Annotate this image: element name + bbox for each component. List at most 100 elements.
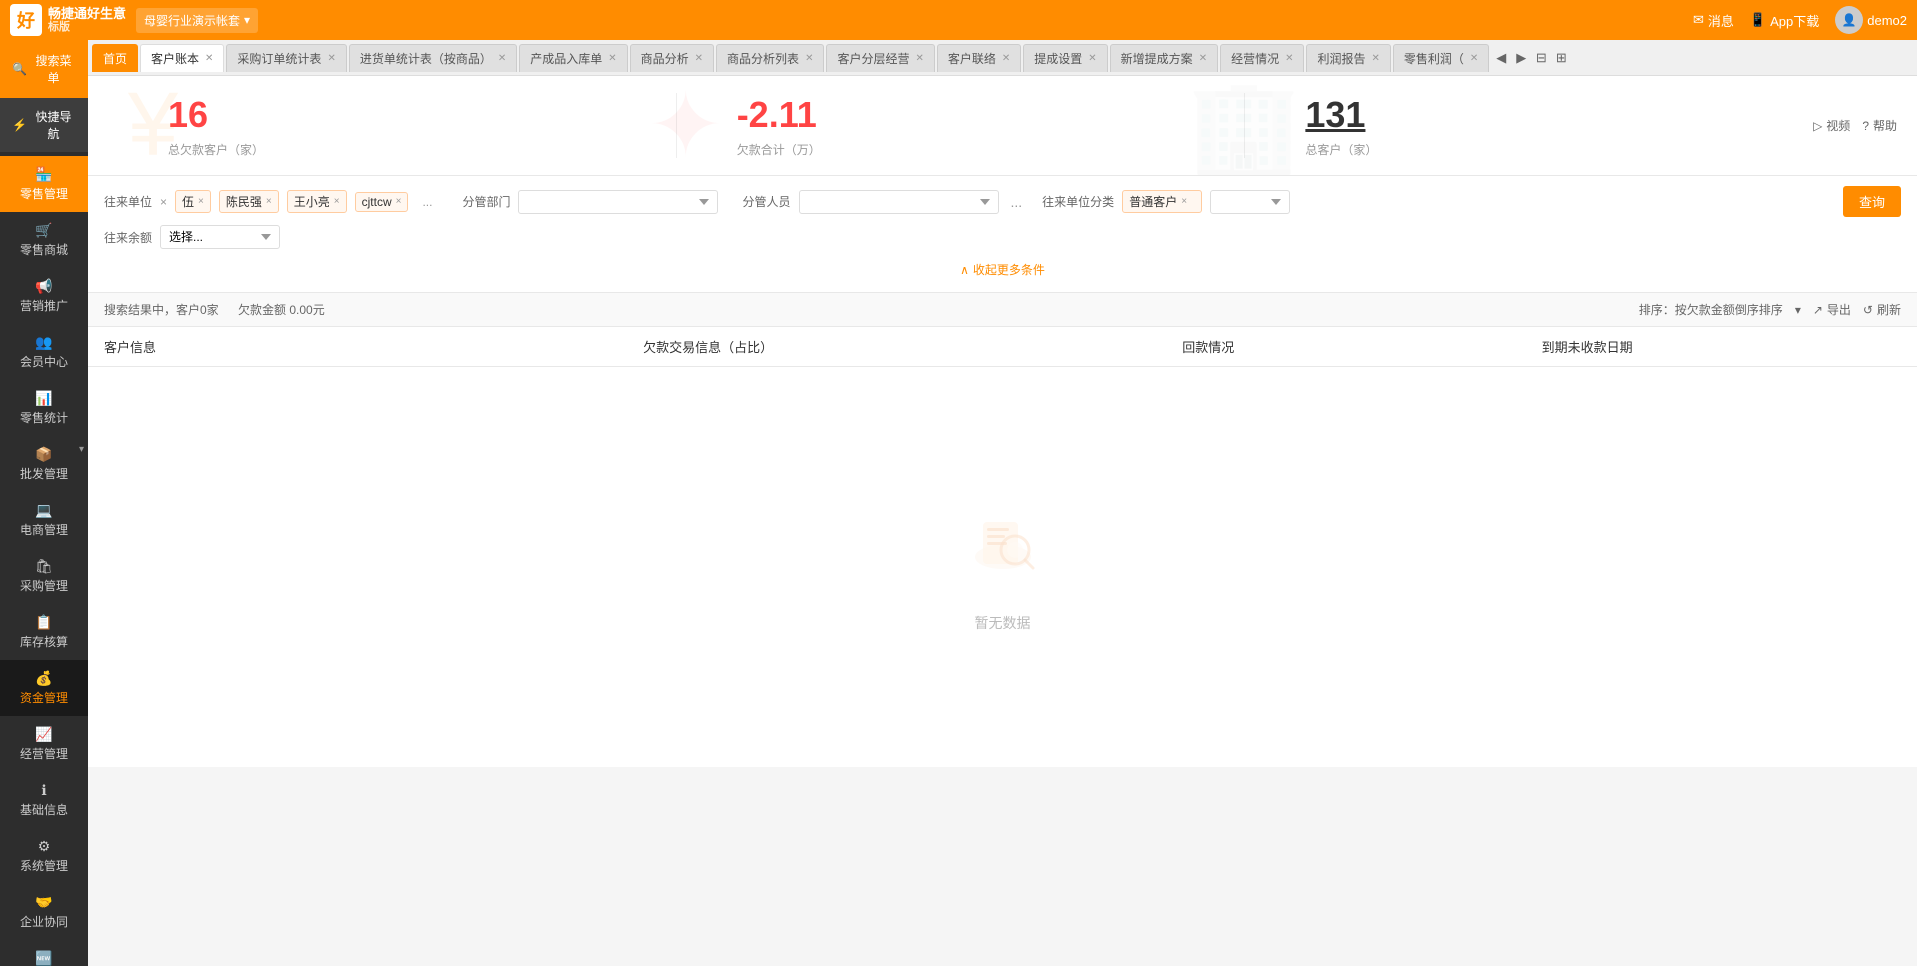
tab-close-goods-analysis-list[interactable]: ✕ [805,53,813,64]
tab-new-proposal[interactable]: 新增提成方案 ✕ [1110,44,1218,72]
account-selector[interactable]: 母婴行业演示帐套 ▾ [136,8,258,33]
tab-close-profit-report[interactable]: ✕ [1372,53,1380,64]
tab-customer-tier[interactable]: 客户分层经营 ✕ [826,44,934,72]
tab-close-operation-status[interactable]: ✕ [1285,53,1293,64]
balance-select[interactable]: 选择... [160,225,280,249]
sidebar-item-retail-manage[interactable]: 🏪 零售管理 [0,156,88,212]
collapse-btn[interactable]: ∧ 收起更多条件 [952,257,1053,282]
tab-close-inbound-stats[interactable]: ✕ [498,53,506,64]
stat-label-customers: 总欠款客户（家） [168,141,676,158]
ecommerce-icon: 💻 [35,502,52,519]
tab-customer-contact[interactable]: 客户联络 ✕ [937,44,1021,72]
sidebar-item-member[interactable]: 👥 会员中心 [0,324,88,380]
sidebar-item-purchase[interactable]: 🛍 采购管理 [0,548,88,604]
sidebar-item-marketing[interactable]: 📢 营销推广 [0,268,88,324]
person-select[interactable] [799,190,999,214]
sidebar-item-wholesale[interactable]: 📦 批发管理 ▾ [0,436,88,492]
dept-filter-label: 分管部门 [462,193,510,210]
query-button[interactable]: 查询 [1843,186,1901,217]
sidebar-item-ecommerce[interactable]: 💻 电商管理 [0,492,88,548]
stat-block-overdue: -2.11 欠款合计（万） [676,93,1246,157]
app-download-btn[interactable]: 📱 App下载 [1750,11,1819,30]
filter-tag-wu-close[interactable]: × [198,196,204,207]
tab-close-customer-contact[interactable]: ✕ [1002,53,1010,64]
tab-close-purchase-order-stats[interactable]: ✕ [327,53,335,64]
tab-close-product-inbound[interactable]: ✕ [608,53,616,64]
sidebar-item-enterprise[interactable]: 🤝 企业协同 [0,884,88,940]
tab-close-reminder-settings[interactable]: ✕ [1088,53,1096,64]
tab-goods-analysis[interactable]: 商品分析 ✕ [630,44,714,72]
sidebar: 🔍 搜索菜单 ⚡ 快捷导航 🏪 零售管理 🛒 零售商城 [0,40,88,966]
tab-maximize-btn[interactable]: ⊞ [1551,44,1571,72]
filter-tag-wu[interactable]: 伍 × [175,190,211,213]
tab-close-retail-profit[interactable]: ✕ [1470,53,1478,64]
video-btn[interactable]: ▷ 视频 [1813,117,1850,134]
filter-tag-chen[interactable]: 陈民强 × [219,190,279,213]
stat-number-total: 131 [1305,93,1813,136]
main-content: ¥ ✦ 🏢 16 总欠款客户（家） -2.11 欠款合计（万） 131 总客户（… [88,76,1917,966]
tab-home[interactable]: 首页 [92,44,138,72]
new-guide-icon: 🆕 [35,950,52,966]
sidebar-item-new-guide[interactable]: 🆕 新手引导 [0,940,88,966]
results-info: 搜索结果中，客户0家 欠款金额 0.00元 [104,301,325,318]
tab-next-btn[interactable]: ▶ [1511,44,1531,72]
sidebar-item-operation[interactable]: 📈 经营管理 [0,716,88,772]
filter-tag-cjttcw[interactable]: cjttcw × [355,192,409,212]
empty-icon [963,502,1043,601]
tab-purchase-order-stats[interactable]: 采购订单统计表 ✕ [226,44,346,72]
tab-close-goods-analysis[interactable]: ✕ [695,53,703,64]
unit-class-select[interactable] [1210,190,1290,214]
filter-bar: 往来单位 × 伍 × 陈民强 × 王小亮 × [88,176,1917,293]
tab-customer-account[interactable]: 客户账本 ✕ [140,44,224,72]
messages-btn[interactable]: ✉ 消息 [1693,11,1734,30]
sidebar-item-retail-stats[interactable]: 📊 零售统计 [0,380,88,436]
tab-product-inbound[interactable]: 产成品入库单 ✕ [519,44,627,72]
tab-prev-btn[interactable]: ◀ [1491,44,1511,72]
refresh-btn[interactable]: ↺ 刷新 [1863,301,1901,318]
tab-retail-profit[interactable]: 零售利润（ ✕ [1393,44,1489,72]
stat-label-overdue: 欠款合计（万） [737,141,1245,158]
search-menu-btn[interactable]: 🔍 搜索菜单 [8,48,80,90]
filter-tag-wang[interactable]: 王小亮 × [287,190,347,213]
filter-tag-normal-customer[interactable]: 普通客户 × [1122,190,1202,213]
quick-nav-btn[interactable]: ⚡ 快捷导航 [8,104,80,146]
filter-tag-normal-customer-close[interactable]: × [1181,196,1187,207]
tab-inbound-stats[interactable]: 进货单统计表（按商品） ✕ [349,44,517,72]
tab-operation-status[interactable]: 经营情况 ✕ [1220,44,1304,72]
stat-number-overdue: -2.11 [737,93,1245,136]
tab-reminder-settings[interactable]: 提成设置 ✕ [1023,44,1107,72]
sidebar-item-finance[interactable]: 💰 资金管理 [0,660,88,716]
sidebar-item-base-info[interactable]: ℹ 基础信息 [0,772,88,828]
user-avatar-btn[interactable]: 👤 demo2 [1835,6,1907,34]
sidebar-item-retail-mall[interactable]: 🛒 零售商城 [0,212,88,268]
export-btn[interactable]: ↗ 导出 [1813,301,1851,318]
sys-manage-icon: ⚙ [38,838,51,855]
app-sub-name: 标版 [48,21,126,34]
dept-select[interactable] [518,190,718,214]
retail-mall-icon: 🛒 [35,222,52,239]
stat-number-customers: 16 [168,93,676,136]
sidebar-nav: 🏪 零售管理 🛒 零售商城 📢 营销推广 👥 会员中心 📊 零售统 [0,152,88,966]
sidebar-item-sys-manage[interactable]: ⚙ 系统管理 [0,828,88,884]
filter-tag-cjttcw-close[interactable]: × [396,196,402,207]
person-more-btn[interactable]: ... [1007,192,1027,212]
filter-tag-chen-close[interactable]: × [266,196,272,207]
stat-label-total: 总客户（家） [1305,141,1813,158]
tab-profit-report[interactable]: 利润报告 ✕ [1306,44,1390,72]
tab-goods-analysis-list[interactable]: 商品分析列表 ✕ [716,44,824,72]
tab-close-new-proposal[interactable]: ✕ [1199,53,1207,64]
sidebar-search-section: 🔍 搜索菜单 [0,40,88,98]
unit-class-label: 往来单位分类 [1042,193,1114,210]
wholesale-icon: 📦 [35,446,52,463]
help-btn[interactable]: ? 帮助 [1862,117,1897,134]
unit-filter-label: 往来单位 [104,193,152,210]
tab-close-customer-account[interactable]: ✕ [205,53,213,64]
stat-bg-icon-1: ¥ [128,76,178,177]
tab-close-customer-tier[interactable]: ✕ [915,53,923,64]
logo-icon: 好 [10,4,42,36]
sidebar-item-inventory[interactable]: 📋 库存核算 [0,604,88,660]
tab-minimize-btn[interactable]: ⊟ [1531,44,1551,72]
filter-tag-wang-close[interactable]: × [334,196,340,207]
empty-state: 暂无数据 [963,422,1043,713]
filter-more-btn[interactable]: ... [416,193,438,211]
